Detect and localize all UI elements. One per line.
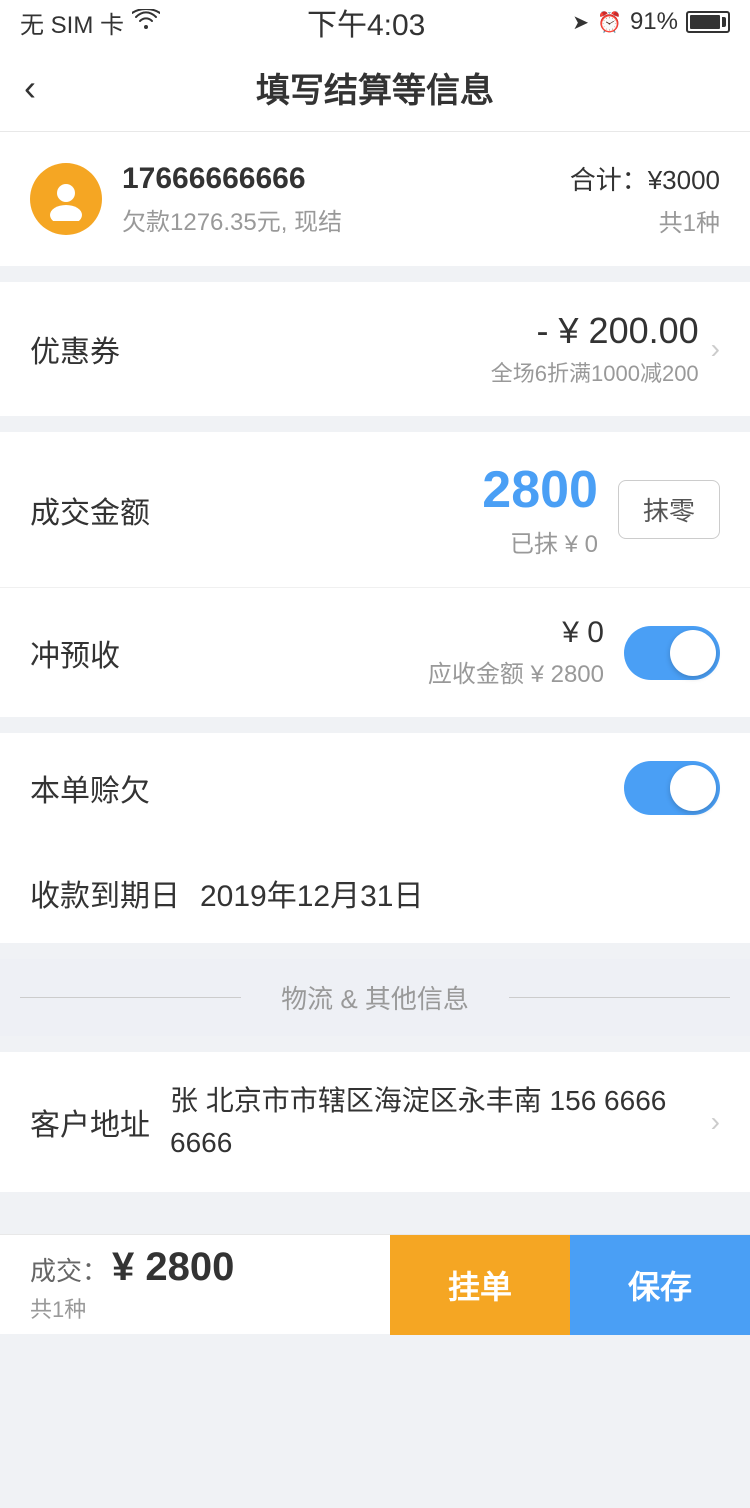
divider-line-left: [20, 997, 241, 998]
bottom-summary: 成交： ¥ 2800 共1种: [0, 1245, 390, 1324]
divider-line-right: [509, 997, 730, 998]
amount-erased: 已抹 ¥ 0: [482, 524, 598, 559]
amount-row: 成交金额 2800 已抹 ¥ 0 抹零: [0, 432, 750, 588]
debt-label: 本单赊欠: [30, 766, 150, 810]
amount-right: 2800 已抹 ¥ 0 抹零: [482, 460, 720, 559]
coupon-amount: - ¥ 200.00: [491, 310, 699, 352]
toggle-knob: [670, 630, 716, 676]
coupon-right: - ¥ 200.00 全场6折满1000减200 ›: [491, 310, 720, 388]
address-value: 张 北京市市辖区海淀区永丰南 156 6666 6666: [170, 1080, 699, 1164]
chevron-right-icon: ›: [711, 333, 720, 365]
customer-debt: 欠款1276.35元, 现结: [122, 202, 570, 237]
total-count: 共1种: [570, 203, 720, 238]
date-label: 收款到期日: [30, 871, 180, 915]
battery-percent: 91%: [630, 8, 678, 36]
customer-section: 17666666666 欠款1276.35元, 现结 合计：¥3000 共1种: [0, 132, 750, 266]
hang-order-button[interactable]: 挂单: [390, 1235, 570, 1335]
address-chevron-icon: ›: [711, 1106, 720, 1138]
customer-info: 17666666666 欠款1276.35元, 现结: [122, 162, 570, 237]
customer-phone: 17666666666: [122, 162, 570, 196]
precharge-receivable: 应收金额 ¥ 2800: [428, 654, 604, 689]
total-amount: 合计：¥3000: [570, 160, 720, 197]
customer-row: 17666666666 欠款1276.35元, 现结 合计：¥3000 共1种: [0, 132, 750, 266]
debt-row: 本单赊欠: [0, 733, 750, 843]
battery-icon: [686, 11, 730, 33]
precharge-right: ¥ 0 应收金额 ¥ 2800: [428, 616, 720, 689]
coupon-label: 优惠券: [30, 327, 120, 371]
save-button[interactable]: 保存: [570, 1235, 750, 1335]
transaction-section: 成交金额 2800 已抹 ¥ 0 抹零 冲预收 ¥ 0 应收金额 ¥ 2800: [0, 432, 750, 717]
status-right: ➤ ⏰ 91%: [572, 8, 730, 36]
debt-toggle[interactable]: [624, 761, 720, 815]
bottom-deal-label: 成交：: [30, 1251, 108, 1288]
debt-toggle-knob: [670, 765, 716, 811]
precharge-amount: ¥ 0: [428, 616, 604, 650]
bottom-bar: 成交： ¥ 2800 共1种 挂单 保存: [0, 1234, 750, 1334]
precharge-row: 冲预收 ¥ 0 应收金额 ¥ 2800: [0, 588, 750, 717]
location-icon: ➤: [572, 10, 589, 35]
address-row[interactable]: 客户地址 张 北京市市辖区海淀区永丰南 156 6666 6666 ›: [0, 1052, 750, 1192]
amount-value: 2800: [482, 460, 598, 520]
customer-total: 合计：¥3000 共1种: [570, 160, 720, 238]
wifi-icon: [132, 8, 160, 36]
bottom-count: 共1种: [30, 1292, 360, 1324]
avatar: [30, 163, 102, 235]
divider-text: 物流 & 其他信息: [261, 979, 489, 1016]
coupon-row[interactable]: 优惠券 - ¥ 200.00 全场6折满1000减200 ›: [0, 282, 750, 416]
date-row: 收款到期日 2019年12月31日: [0, 843, 750, 943]
date-value: 2019年12月31日: [200, 871, 423, 915]
nav-bar: ‹ 填写结算等信息: [0, 44, 750, 132]
back-button[interactable]: ‹: [24, 67, 36, 109]
coupon-section: 优惠券 - ¥ 200.00 全场6折满1000减200 ›: [0, 282, 750, 416]
page-title: 填写结算等信息: [256, 63, 494, 112]
status-bar: 无 SIM 卡 下午4:03 ➤ ⏰ 91%: [0, 0, 750, 44]
address-section: 客户地址 张 北京市市辖区海淀区永丰南 156 6666 6666 ›: [0, 1052, 750, 1192]
alarm-icon: ⏰: [597, 10, 622, 35]
precharge-label: 冲预收: [30, 631, 120, 675]
amount-label: 成交金额: [30, 488, 150, 532]
coupon-desc: 全场6折满1000减200: [491, 356, 699, 388]
address-label: 客户地址: [30, 1100, 150, 1144]
no-sim-text: 无 SIM 卡: [20, 5, 124, 40]
debt-section: 本单赊欠 收款到期日 2019年12月31日: [0, 733, 750, 943]
precharge-toggle[interactable]: [624, 626, 720, 680]
divider-section: 物流 & 其他信息: [0, 959, 750, 1036]
coupon-info: - ¥ 200.00 全场6折满1000减200: [491, 310, 699, 388]
status-time: 下午4:03: [307, 0, 425, 44]
precharge-amount-col: ¥ 0 应收金额 ¥ 2800: [428, 616, 604, 689]
bottom-amount: ¥ 2800: [112, 1245, 234, 1290]
round-down-button[interactable]: 抹零: [618, 480, 720, 539]
status-left: 无 SIM 卡: [20, 5, 160, 40]
amount-col: 2800 已抹 ¥ 0: [482, 460, 598, 559]
